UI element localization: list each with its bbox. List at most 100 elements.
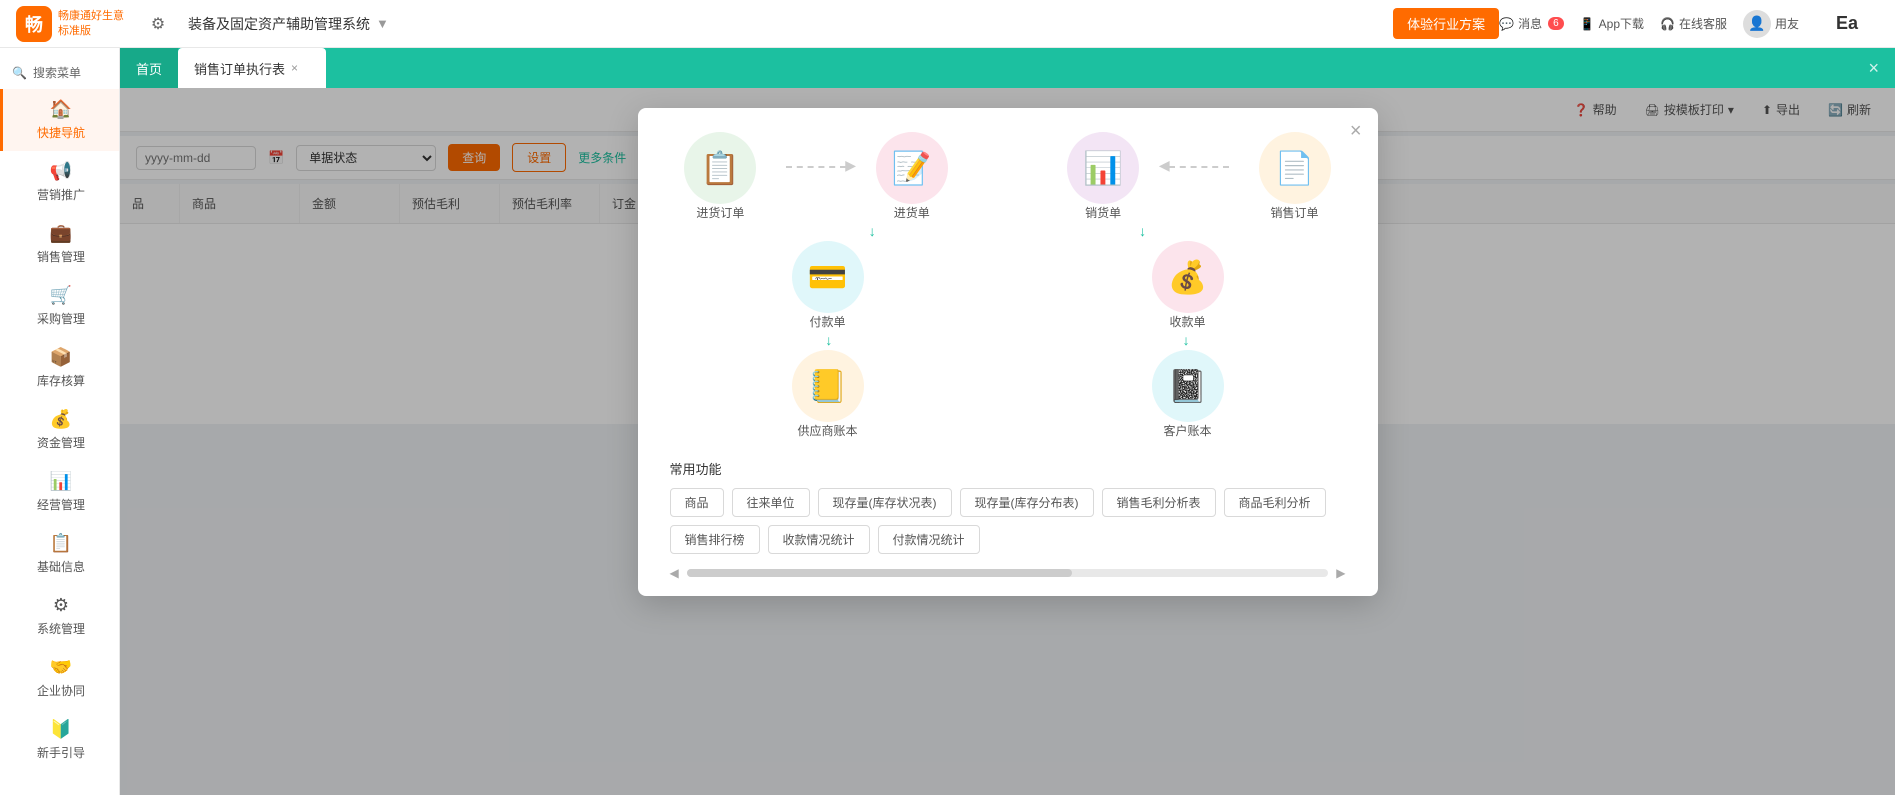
node-sales-receipt[interactable]: 📊 销货单: [1067, 132, 1139, 221]
sidebar: 🔍 搜索菜单 🏠 快捷导航 📢 营销推广 💼 销售管理 🛒 采购管理 📦 库存核…: [0, 48, 120, 795]
logo-icon: 畅: [16, 6, 52, 42]
scrollbar-thumb[interactable]: [687, 569, 1072, 577]
purchase-receipt-icon: 📝: [892, 149, 932, 187]
receipt-icon: 💰: [1168, 258, 1208, 296]
tab-close-btn[interactable]: ×: [291, 61, 298, 75]
flow-row-3: 💳 付款单 💰 收款单: [670, 241, 1346, 330]
common-btn-stock-dist[interactable]: 现存量(库存分布表): [960, 488, 1094, 517]
system-icon: ⚙: [53, 595, 69, 616]
purchase-order-icon: 📋: [700, 149, 740, 187]
customer-ledger-icon: 📓: [1168, 367, 1208, 405]
flow-row-1: 📋 进货订单 ▶ 📝: [670, 132, 1346, 221]
message-badge: 6: [1548, 17, 1564, 30]
tab-bar-close-btn[interactable]: ×: [1868, 58, 1879, 79]
top-header: 畅 畅康通好生意 标准版 ⚙ 装备及固定资产辅助管理系统 ▼ 体验行业方案 💬 …: [0, 0, 1895, 48]
common-btn-receipt-stats[interactable]: 收款情况统计: [768, 525, 870, 554]
common-btns-row2: 销售排行榜 收款情况统计 付款情况统计: [670, 525, 1346, 554]
sidebar-item-system[interactable]: ⚙ 系统管理: [0, 585, 119, 647]
basic-info-icon: 📋: [50, 533, 72, 554]
sidebar-item-enterprise[interactable]: 🤝 企业协同: [0, 647, 119, 709]
sales-receipt-icon: 📊: [1083, 149, 1123, 187]
app-download-btn[interactable]: 📱 App下载: [1580, 15, 1644, 32]
new-guide-icon: 🔰: [50, 719, 72, 740]
sidebar-item-sales[interactable]: 💼 销售管理: [0, 213, 119, 275]
purchase-order-label: 进货订单: [696, 204, 744, 221]
phone-icon: 📱: [1580, 17, 1595, 31]
sidebar-item-basic-info[interactable]: 📋 基础信息: [0, 523, 119, 585]
header-actions: 💬 消息 6 📱 App下载 🎧 在线客服 👤 用友 Ea: [1499, 10, 1879, 38]
payment-circle: 💳: [792, 241, 864, 313]
common-btn-product[interactable]: 商品: [670, 488, 724, 517]
ea-label: Ea: [1815, 13, 1879, 34]
sidebar-item-marketing[interactable]: 📢 营销推广: [0, 151, 119, 213]
tab-home[interactable]: 首页: [120, 48, 178, 88]
sidebar-item-operations[interactable]: 📊 经营管理: [0, 461, 119, 523]
sales-order-icon: 📄: [1275, 149, 1315, 187]
purchase-icon: 🛒: [50, 285, 72, 306]
node-receipt[interactable]: 💰 收款单: [1152, 241, 1224, 330]
sidebar-item-purchase[interactable]: 🛒 采购管理: [0, 275, 119, 337]
flow-row-5: 📒 供应商账本 📓 客户账本: [670, 350, 1346, 439]
arrow-down-sr: ↓: [1103, 221, 1183, 241]
node-payment[interactable]: 💳 付款单: [792, 241, 864, 330]
sidebar-item-new-guide[interactable]: 🔰 新手引导: [0, 709, 119, 771]
system-title-area: 装备及固定资产辅助管理系统 ▼: [172, 14, 1393, 34]
node-sales-order[interactable]: 📄 销售订单: [1259, 132, 1331, 221]
arrow-down-pr: ↓: [832, 221, 912, 241]
sidebar-search[interactable]: 🔍 搜索菜单: [0, 56, 119, 89]
arrow-left-icon: ◀: [1159, 157, 1170, 174]
message-btn[interactable]: 💬 消息 6: [1499, 15, 1564, 32]
quick-nav-icon: 🏠: [50, 99, 72, 120]
popup-scrollbar: ◀ ▶: [670, 566, 1346, 580]
node-purchase-order[interactable]: 📋 进货订单: [684, 132, 756, 221]
user-menu[interactable]: 👤 用友: [1743, 10, 1799, 38]
common-btn-payment-stats[interactable]: 付款情况统计: [878, 525, 980, 554]
node-purchase-receipt[interactable]: 📝 进货单: [876, 132, 948, 221]
sales-icon: 💼: [50, 223, 72, 244]
spacer-r: [1238, 221, 1318, 241]
common-functions-title: 常用功能: [670, 459, 1346, 478]
online-service-btn[interactable]: 🎧 在线客服: [1660, 15, 1727, 32]
arrow-down-pay: ↓: [789, 330, 869, 350]
down-arrow-3: ↓: [825, 332, 832, 348]
arrow-po-pr: ▶: [786, 166, 846, 188]
sales-order-label: 销售订单: [1271, 204, 1319, 221]
scroll-right-btn[interactable]: ▶: [1336, 566, 1345, 580]
sidebar-item-finance[interactable]: 💰 资金管理: [0, 399, 119, 461]
node-customer-ledger[interactable]: 📓 客户账本: [1152, 350, 1224, 439]
common-btn-product-profit[interactable]: 商品毛利分析: [1224, 488, 1326, 517]
sidebar-item-quick-nav[interactable]: 🏠 快捷导航: [0, 89, 119, 151]
marketing-icon: 📢: [50, 161, 72, 182]
system-dropdown-icon[interactable]: ▼: [376, 16, 389, 31]
common-btn-sales-ranking[interactable]: 销售排行榜: [670, 525, 760, 554]
tab-sales-order-exec[interactable]: 销售订单执行表 ×: [178, 48, 326, 88]
search-icon: 🔍: [12, 66, 27, 80]
spacer-l: [697, 221, 777, 241]
user-avatar: 👤: [1743, 10, 1771, 38]
settings-icon[interactable]: ⚙: [144, 10, 172, 38]
experience-btn[interactable]: 体验行业方案: [1393, 8, 1499, 39]
arrow-so-sr: ◀: [1169, 166, 1229, 188]
receipt-circle: 💰: [1152, 241, 1224, 313]
arrow-down-rec: ↓: [1146, 330, 1226, 350]
purchase-receipt-circle: 📝: [876, 132, 948, 204]
spacer-c: [967, 221, 1047, 241]
node-supplier-ledger[interactable]: 📒 供应商账本: [792, 350, 864, 439]
sales-receipt-circle: 📊: [1067, 132, 1139, 204]
popup-close-btn[interactable]: ×: [1350, 120, 1362, 143]
common-btn-stock-status[interactable]: 现存量(库存状况表): [818, 488, 952, 517]
customer-ledger-circle: 📓: [1152, 350, 1224, 422]
logo-text: 畅康通好生意 标准版: [58, 9, 124, 38]
popup-overlay: × 📋 进货订单: [120, 88, 1895, 795]
scroll-left-btn[interactable]: ◀: [670, 566, 679, 580]
common-btn-partners[interactable]: 往来单位: [732, 488, 810, 517]
operations-icon: 📊: [50, 471, 72, 492]
purchase-order-circle: 📋: [684, 132, 756, 204]
content-area: 首页 销售订单执行表 × × ❓ 帮助 🖨 按模板打印 ▾: [120, 48, 1895, 795]
purchase-receipt-label: 进货单: [894, 204, 930, 221]
message-icon: 💬: [1499, 17, 1514, 31]
down-arrow-4: ↓: [1183, 332, 1190, 348]
customer-ledger-label: 客户账本: [1163, 422, 1211, 439]
sidebar-item-inventory[interactable]: 📦 库存核算: [0, 337, 119, 399]
common-btn-sales-profit[interactable]: 销售毛利分析表: [1102, 488, 1216, 517]
